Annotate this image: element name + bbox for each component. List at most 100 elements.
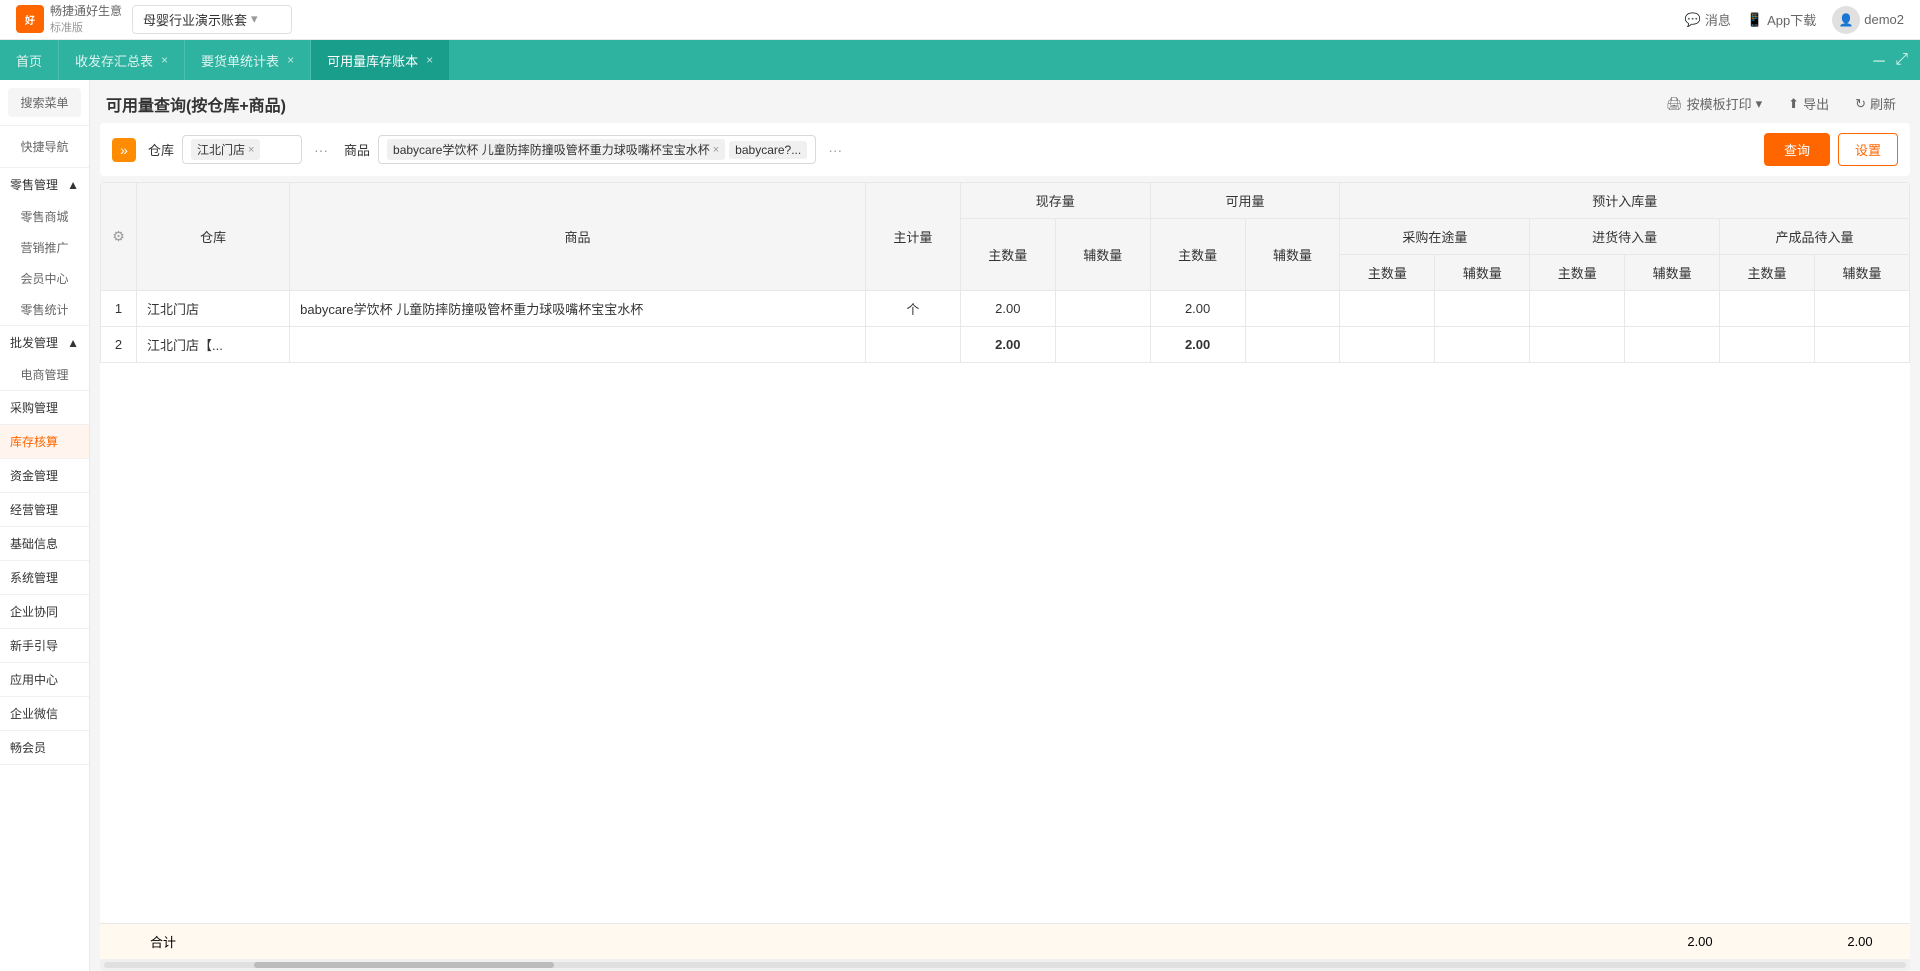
filter-warehouse-more[interactable]: ··· [310, 142, 332, 158]
filter-product-value1: babycare学饮杯 儿童防摔防撞吸管杯重力球吸嘴杯宝宝水杯 [393, 141, 710, 158]
sidebar-section-wholesale-header[interactable]: 批发管理 ▲ [0, 326, 89, 359]
cell-avail-main: 2.00 [1150, 291, 1245, 327]
filter-product-tag1-remove[interactable]: × [713, 144, 719, 156]
sidebar-section-purchase-header[interactable]: 采购管理 [0, 391, 89, 424]
sidebar-item-retail-mall[interactable]: 零售商城 [0, 201, 89, 232]
cell-inbound-sub [1625, 327, 1720, 363]
filter-warehouse-remove[interactable]: × [248, 144, 254, 156]
company-selector[interactable]: 母婴行业演示账套 ▾ [132, 5, 292, 34]
message-button[interactable]: 💬 消息 [1685, 10, 1731, 29]
sidebar-section-collab-label: 企业协同 [10, 603, 58, 620]
sidebar-quick-nav: 快捷导航 [0, 126, 89, 168]
print-template-button[interactable]: 🖨 按模板打印 ▾ [1658, 90, 1770, 117]
filter-toggle-button[interactable]: » [112, 138, 136, 162]
sidebar-section-basics-header[interactable]: 基础信息 [0, 527, 89, 560]
sidebar-section-system: 系统管理 [0, 561, 89, 595]
data-table: ⚙ 仓库 商品 主计量 现存量 可用量 预计入库量 主数量 辅数量 主数量 辅数… [100, 182, 1910, 363]
sidebar-section-wechat-label: 企业微信 [10, 705, 58, 722]
sidebar-section-inventory: 库存核算 [0, 425, 89, 459]
col-planned-inbound: 预计入库量 [1340, 183, 1910, 219]
sidebar-section-member2-header[interactable]: 畅会员 [0, 731, 89, 764]
cell-purchase-main [1340, 291, 1435, 327]
tab-receivable[interactable]: 收发存汇总表 × [59, 40, 185, 80]
filter-product-tag1: babycare学饮杯 儿童防摔防撞吸管杯重力球吸嘴杯宝宝水杯 × [387, 139, 725, 160]
sidebar-section-finance-header[interactable]: 资金管理 [0, 459, 89, 492]
top-bar-left: 好 畅捷通好生意 标准版 母婴行业演示账套 ▾ [16, 4, 292, 34]
tab-available-stock-label: 可用量库存账本 [327, 51, 418, 70]
tab-receivable-close[interactable]: × [161, 53, 168, 67]
sidebar-item-ecommerce[interactable]: 电商管理 [0, 359, 89, 390]
sidebar-section-basics-label: 基础信息 [10, 535, 58, 552]
chevron-down-icon3: ▾ [1756, 96, 1763, 112]
sidebar-section-operations-header[interactable]: 经营管理 [0, 493, 89, 526]
sidebar-search-area: 搜索菜单 [0, 80, 89, 126]
col-prod-main: 主数量 [1720, 255, 1815, 291]
footer-avail-main: 2.00 [1820, 934, 1900, 949]
page-actions: 🖨 按模板打印 ▾ ⬆ 导出 ↻ 刷新 [1658, 90, 1904, 117]
filter-product-value2: babycare?... [735, 143, 801, 157]
tab-order-stats-close[interactable]: × [287, 53, 294, 67]
tab-order-stats[interactable]: 要货单统计表 × [185, 40, 311, 80]
sidebar-section-wechat-header[interactable]: 企业微信 [0, 697, 89, 730]
sidebar-item-member[interactable]: 会员中心 [0, 263, 89, 294]
filter-warehouse-input[interactable]: 江北门店 × [182, 135, 302, 164]
sidebar-section-collab-header[interactable]: 企业协同 [0, 595, 89, 628]
cell-purchase-sub [1435, 291, 1530, 327]
scrollbar-thumb[interactable] [254, 962, 554, 968]
filter-product-more[interactable]: ··· [824, 142, 846, 158]
col-warehouse: 仓库 [137, 183, 290, 291]
col-purchase-transit: 采购在途量 [1340, 219, 1530, 255]
app-download-button[interactable]: 📱 App下载 [1747, 10, 1816, 29]
export-button[interactable]: ⬆ 导出 [1780, 90, 1837, 117]
export-icon: ⬆ [1788, 96, 1799, 112]
search-menu-button[interactable]: 搜索菜单 [8, 88, 81, 117]
cell-warehouse: 江北门店 [137, 291, 290, 327]
settings-button[interactable]: 设置 [1838, 133, 1898, 166]
filter-product-input[interactable]: babycare学饮杯 儿童防摔防撞吸管杯重力球吸嘴杯宝宝水杯 × babyca… [378, 135, 816, 164]
settings-icon[interactable]: ⚙ [112, 228, 125, 244]
cell-prod-main [1720, 291, 1815, 327]
tab-home[interactable]: 首页 [0, 40, 59, 80]
sidebar-section-guide-label: 新手引导 [10, 637, 58, 654]
minimize-button[interactable]: － [1871, 48, 1887, 72]
filter-warehouse-group: 仓库 江北门店 × ··· [148, 135, 332, 164]
sidebar-section-apps-label: 应用中心 [10, 671, 58, 688]
query-button[interactable]: 查询 [1764, 133, 1830, 166]
sidebar-section-apps-header[interactable]: 应用中心 [0, 663, 89, 696]
sidebar-section-inventory-header[interactable]: 库存核算 [0, 425, 89, 458]
avatar: 👤 [1832, 6, 1860, 34]
sidebar-section-retail-header[interactable]: 零售管理 ▲ [0, 168, 89, 201]
sidebar: 搜索菜单 快捷导航 零售管理 ▲ 零售商城 营销推广 会员中心 零售统计 批发管… [0, 80, 90, 971]
sidebar-section-system-label: 系统管理 [10, 569, 58, 586]
table-row: 1 江北门店 babycare学饮杯 儿童防摔防撞吸管杯重力球吸嘴杯宝宝水杯 个… [101, 291, 1910, 327]
tab-available-stock-close[interactable]: × [426, 53, 433, 67]
user-avatar-button[interactable]: 👤 demo2 [1832, 6, 1904, 34]
sidebar-section-guide: 新手引导 [0, 629, 89, 663]
cell-index: 1 [101, 291, 137, 327]
col-production-pending: 产成品待入量 [1720, 219, 1910, 255]
top-bar: 好 畅捷通好生意 标准版 母婴行业演示账套 ▾ 💬 消息 📱 App下载 👤 d… [0, 0, 1920, 40]
sidebar-section-wholesale-label: 批发管理 [10, 334, 58, 351]
main-layout: 搜索菜单 快捷导航 零售管理 ▲ 零售商城 营销推广 会员中心 零售统计 批发管… [0, 80, 1920, 971]
sidebar-section-guide-header[interactable]: 新手引导 [0, 629, 89, 662]
col-prod-sub: 辅数量 [1815, 255, 1910, 291]
col-available: 可用量 [1150, 183, 1340, 219]
filter-warehouse-value: 江北门店 [197, 141, 245, 158]
cell-avail-main: 2.00 [1150, 327, 1245, 363]
sidebar-item-retail-stats[interactable]: 零售统计 [0, 294, 89, 325]
refresh-button[interactable]: ↻ 刷新 [1847, 90, 1904, 117]
company-name: 母婴行业演示账套 [143, 10, 247, 29]
tab-available-stock[interactable]: 可用量库存账本 × [311, 40, 450, 80]
sidebar-item-marketing[interactable]: 营销推广 [0, 232, 89, 263]
username: demo2 [1864, 12, 1904, 27]
maximize-button[interactable]: ⤢ [1895, 51, 1908, 69]
sidebar-item-quick-nav[interactable]: 快捷导航 [0, 130, 89, 163]
cell-purchase-sub [1435, 327, 1530, 363]
cell-inbound-main [1530, 291, 1625, 327]
print-template-label: 按模板打印 [1687, 94, 1752, 113]
page-header: 可用量查询(按仓库+商品) 🖨 按模板打印 ▾ ⬆ 导出 ↻ 刷新 [90, 80, 1920, 123]
logo: 好 畅捷通好生意 标准版 [16, 4, 122, 34]
cell-inbound-main [1530, 327, 1625, 363]
sidebar-section-system-header[interactable]: 系统管理 [0, 561, 89, 594]
horizontal-scrollbar[interactable] [100, 959, 1910, 971]
